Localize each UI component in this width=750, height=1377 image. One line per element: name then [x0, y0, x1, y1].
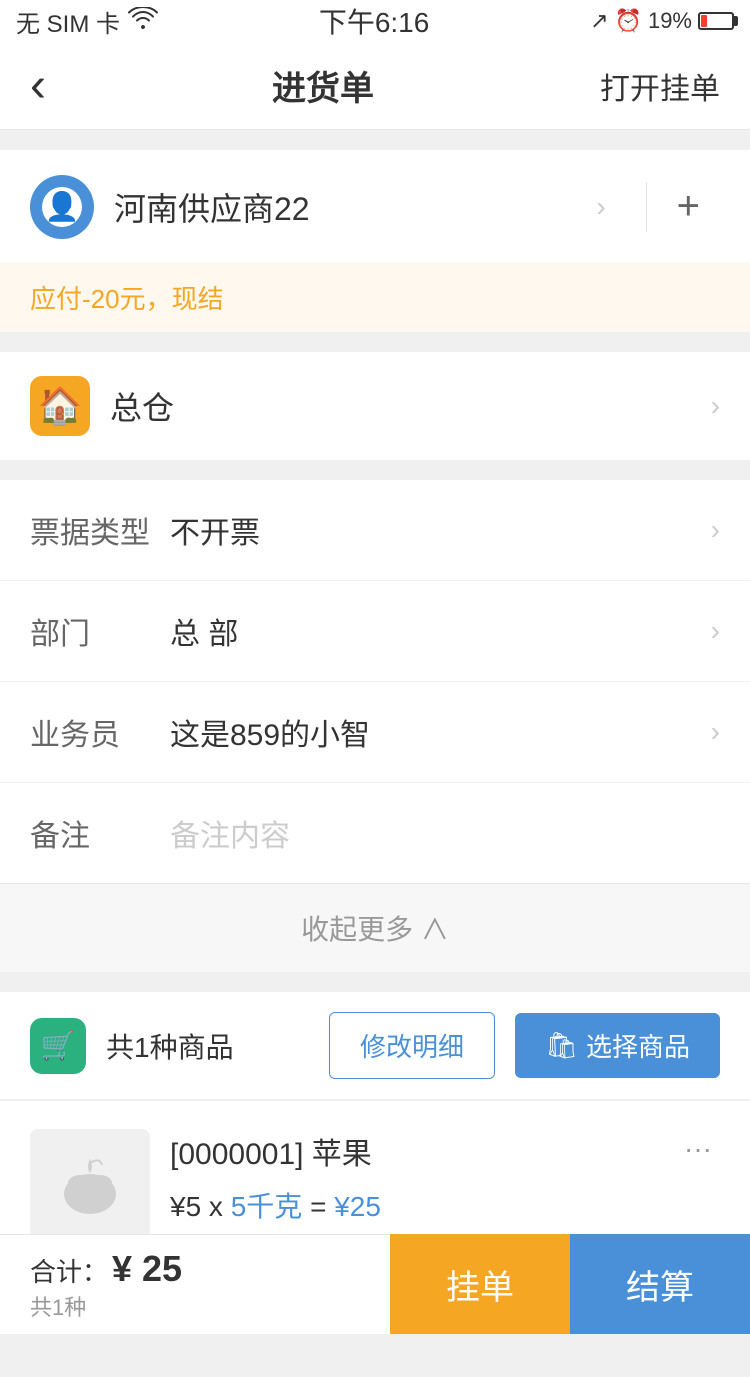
page-title: 进货单: [272, 61, 374, 110]
chevron-right-icon: ›: [711, 514, 720, 546]
remark-input[interactable]: 备注内容: [170, 811, 720, 855]
bottom-bar: 合计： ¥ 25 共1种 挂单 结算: [0, 1234, 750, 1334]
equals: =: [310, 1191, 334, 1222]
time-display: 下午6:16: [319, 1, 430, 41]
wifi-icon: [128, 7, 158, 36]
divider: [646, 182, 647, 232]
products-count: 共1种商品: [106, 1026, 309, 1066]
checkout-button[interactable]: 结算: [570, 1234, 750, 1334]
status-bar: 无 SIM 卡 下午6:16 ↗ ⏰ 19%: [0, 0, 750, 42]
supplier-notice: 应付-20元，现结: [0, 263, 750, 332]
warehouse-name: 总仓: [110, 383, 711, 429]
supplier-avatar: 👤: [30, 175, 94, 239]
warehouse-icon-bg: 🏠: [30, 376, 90, 436]
warehouse-row[interactable]: 🏠 总仓 ›: [0, 352, 750, 460]
hang-order-button[interactable]: 挂单: [390, 1234, 570, 1334]
staff-value: 这是859的小智: [170, 710, 711, 754]
battery-percentage: 19%: [648, 8, 692, 34]
chevron-right-icon: ›: [596, 191, 605, 223]
total-section: 合计： ¥ 25 共1种: [0, 1234, 390, 1334]
product-thumbnail: [30, 1129, 150, 1249]
supplier-section: 👤 河南供应商22 › + 应付-20元，现结: [0, 150, 750, 332]
select-icon: 🛍: [545, 1030, 578, 1061]
product-name: [0000001] 苹果: [170, 1129, 656, 1173]
carrier-text: 无 SIM 卡: [16, 4, 120, 39]
warehouse-section: 🏠 总仓 ›: [0, 352, 750, 460]
alarm-icon: ⏰: [615, 8, 642, 34]
back-button[interactable]: ‹: [30, 58, 46, 113]
chevron-right-icon: ›: [711, 716, 720, 748]
open-hang-button[interactable]: 打开挂单: [600, 64, 720, 108]
product-info: [0000001] 苹果 ¥5 x 5千克 = ¥25: [170, 1129, 656, 1225]
collapse-button[interactable]: 收起更多 ∧: [0, 883, 750, 972]
quantity: 5千克: [231, 1191, 303, 1222]
total-label: 合计：: [30, 1252, 108, 1289]
products-header: 🛒 共1种商品 修改明细 🛍 选择商品: [0, 992, 750, 1099]
products-icon-bg: 🛒: [30, 1018, 86, 1074]
product-title: 苹果: [312, 1138, 372, 1171]
remark-row[interactable]: 备注 备注内容: [0, 782, 750, 883]
ticket-type-value: 不开票: [170, 508, 711, 552]
supplier-name: 河南供应商22: [114, 184, 596, 230]
edit-detail-button[interactable]: 修改明细: [329, 1012, 495, 1079]
total-count: 共1种: [30, 1290, 360, 1322]
staff-label: 业务员: [30, 710, 170, 754]
chevron-right-icon: ›: [711, 615, 720, 647]
avatar-icon: 👤: [45, 190, 80, 223]
add-supplier-button[interactable]: +: [657, 174, 720, 239]
warehouse-icon: 🏠: [38, 385, 83, 427]
remark-label: 备注: [30, 811, 170, 855]
location-icon: ↗: [590, 8, 608, 34]
select-product-button[interactable]: 🛍 选择商品: [515, 1013, 720, 1078]
product-price: ¥5 x 5千克 = ¥25: [170, 1185, 656, 1225]
form-section: 票据类型 不开票 › 部门 总 部 › 业务员 这是859的小智 › 备注 备注…: [0, 480, 750, 972]
ticket-type-row[interactable]: 票据类型 不开票 ›: [0, 480, 750, 580]
department-label: 部门: [30, 609, 170, 653]
staff-row[interactable]: 业务员 这是859的小智 ›: [0, 681, 750, 782]
battery-icon: [698, 12, 734, 30]
nav-bar: ‹ 进货单 打开挂单: [0, 42, 750, 130]
total-amount: ¥ 25: [112, 1248, 182, 1290]
status-right: ↗ ⏰ 19%: [590, 8, 734, 34]
products-icon: 🛒: [41, 1029, 76, 1062]
product-code: [0000001]: [170, 1138, 312, 1171]
department-value: 总 部: [170, 609, 711, 653]
ticket-type-label: 票据类型: [30, 508, 170, 552]
chevron-right-icon: ›: [711, 390, 720, 422]
supplier-row[interactable]: 👤 河南供应商22 › +: [0, 150, 750, 263]
more-button[interactable]: ···: [676, 1129, 720, 1169]
department-row[interactable]: 部门 总 部 ›: [0, 580, 750, 681]
status-left: 无 SIM 卡: [16, 4, 158, 39]
total-price: ¥25: [334, 1191, 381, 1222]
unit-price: ¥5 x: [170, 1191, 231, 1222]
